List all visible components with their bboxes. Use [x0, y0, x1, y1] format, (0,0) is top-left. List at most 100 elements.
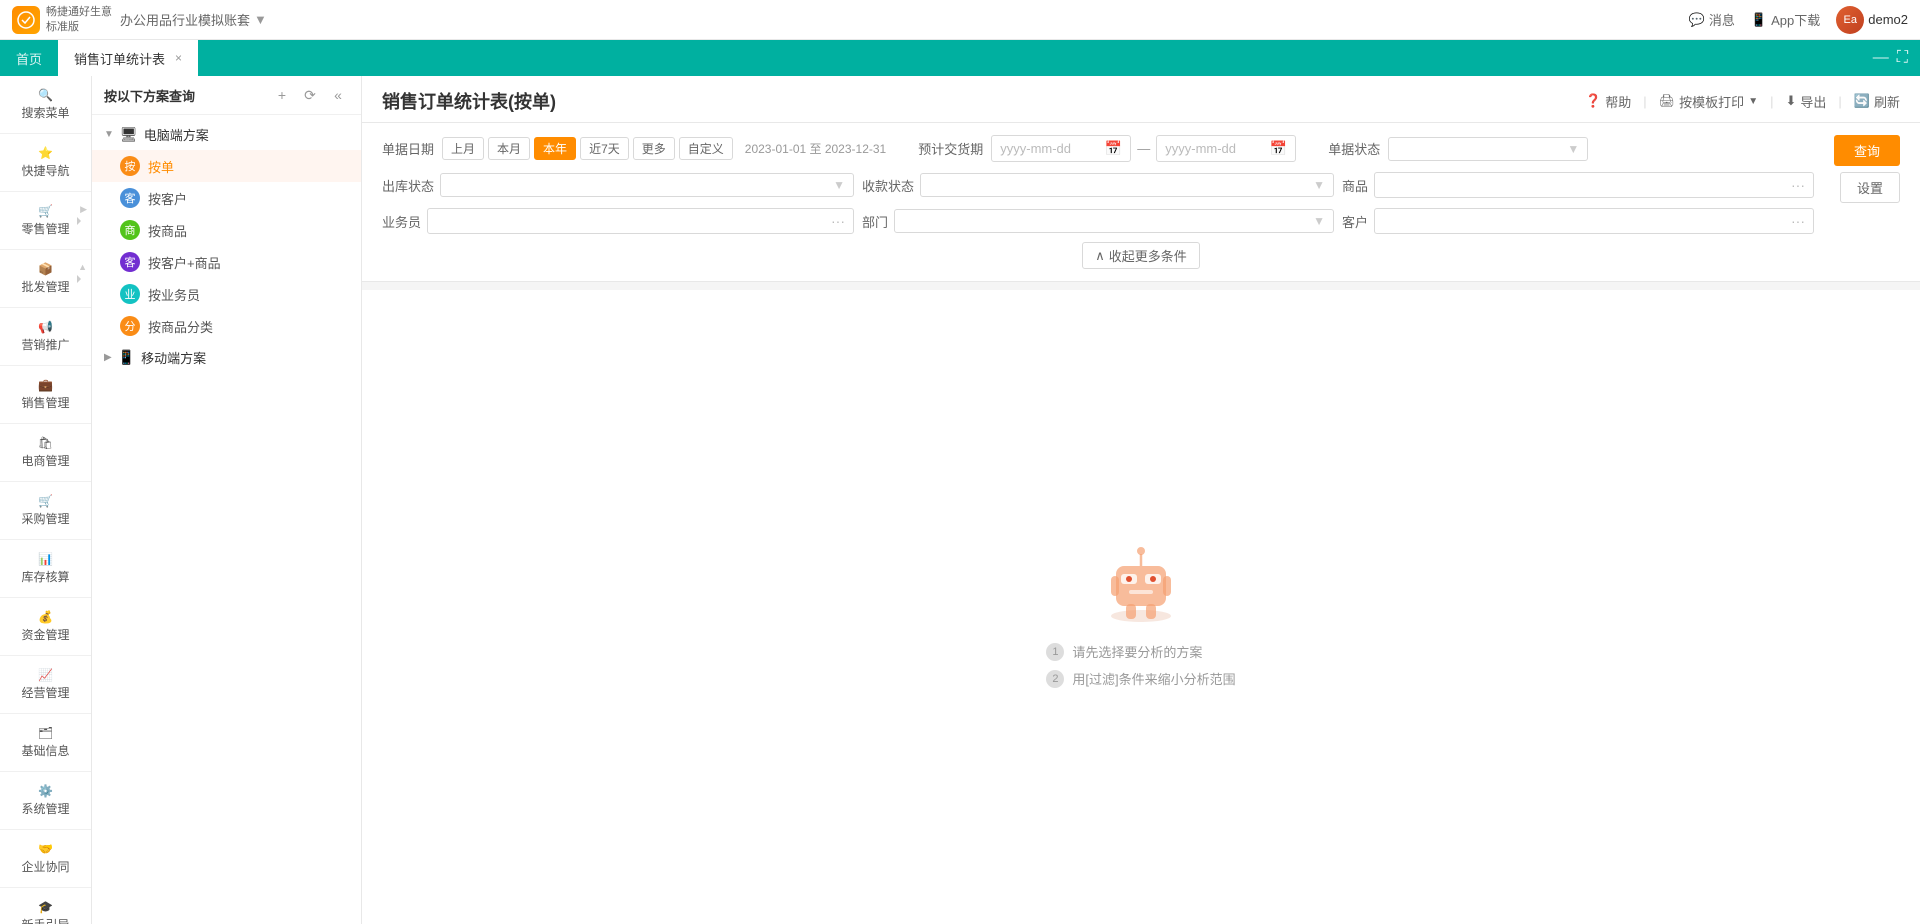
system-icon: ⚙️ — [38, 784, 53, 798]
delivery-select[interactable]: ▼ — [440, 173, 854, 197]
product-more-icon[interactable]: ··· — [1791, 177, 1805, 193]
sidebar-item-inventory[interactable]: 📊 库存核算 — [0, 544, 91, 593]
export-icon: ⬇ — [1785, 93, 1796, 109]
sidebar-wholesale-section: 📦 批发管理 ▲ — [0, 250, 91, 308]
scheme-item-by-category[interactable]: 分 按商品分类 — [92, 310, 361, 342]
sidebar-item-system[interactable]: ⚙️ 系统管理 — [0, 776, 91, 825]
scheme-item-by-order[interactable]: 按 按单 — [92, 150, 361, 182]
date-btn-this-month[interactable]: 本月 — [488, 137, 530, 160]
refresh-btn[interactable]: 🔄 刷新 — [1854, 92, 1900, 111]
sidebar-item-finance[interactable]: 💰 资金管理 — [0, 602, 91, 651]
help-btn[interactable]: ❓ 帮助 — [1585, 92, 1631, 111]
enterprise-icon: 🤝 — [38, 842, 53, 856]
content-area: 按以下方案查询 + ⟳ « ▼ 🖥 电脑端方案 按 按单 — [92, 76, 1920, 924]
dept-select[interactable]: ▼ — [894, 209, 1334, 233]
separator3: | — [1838, 94, 1841, 109]
header-dropdown-icon[interactable]: ▼ — [254, 12, 267, 27]
customer-select[interactable]: ··· — [1374, 208, 1814, 234]
sidebar-newbie-section: 🎓 新手引导 — [0, 888, 91, 924]
scheme-label-by-order: 按单 — [148, 157, 174, 176]
message-btn[interactable]: 💬 消息 — [1689, 10, 1735, 29]
sidebar-item-retail[interactable]: 🛒 零售管理 ▶ — [0, 196, 91, 245]
filter-row-3: 业务员 ··· 部门 ▼ — [382, 208, 1814, 234]
doc-status-dropdown-icon: ▼ — [1567, 142, 1579, 156]
expected-date-from[interactable]: yyyy-mm-dd 📅 — [991, 135, 1131, 162]
receipt-select[interactable]: ▼ — [920, 173, 1334, 197]
refresh-scheme-btn[interactable]: ⟳ — [299, 84, 321, 106]
wholesale-icon: 📦 — [38, 262, 53, 276]
date-btn-custom[interactable]: 自定义 — [679, 137, 733, 160]
expected-date-to[interactable]: yyyy-mm-dd 📅 — [1156, 135, 1296, 162]
scheme-group-mobile[interactable]: ▶ 📱 移动端方案 — [92, 342, 361, 373]
operations-icon: 📈 — [38, 668, 53, 682]
date-btn-7days[interactable]: 近7天 — [580, 137, 629, 160]
left-panel-title: 按以下方案查询 — [104, 86, 265, 105]
tip-number-2: 2 — [1046, 670, 1064, 688]
scheme-icon-by-cust-prod: 客 — [120, 252, 140, 272]
sidebar-sales-section: 💼 销售管理 — [0, 366, 91, 424]
inventory-icon: 📊 — [38, 552, 53, 566]
tip-number-1: 1 — [1046, 643, 1064, 661]
mobile-group-icon: 📱 — [118, 349, 135, 366]
scheme-icon-by-customer: 客 — [120, 188, 140, 208]
mobile-group-arrow: ▶ — [104, 352, 112, 363]
doc-status-select[interactable]: ▼ — [1388, 137, 1588, 161]
export-btn[interactable]: ⬇ 导出 — [1785, 92, 1826, 111]
sidebar-purchase-section: 🛒 采购管理 — [0, 482, 91, 540]
scheme-item-by-customer[interactable]: 客 按客户 — [92, 182, 361, 214]
pc-group-label: 电脑端方案 — [144, 125, 209, 144]
date-separator: — — [1137, 141, 1150, 156]
tab-close-icon[interactable]: × — [175, 51, 182, 65]
retail-icon: 🛒 — [38, 204, 53, 218]
tab-maximize-btn[interactable]: ⛶ — [1897, 49, 1908, 67]
product-select[interactable]: ··· — [1374, 172, 1814, 198]
sidebar-item-sales[interactable]: 💼 销售管理 — [0, 370, 91, 419]
search-button[interactable]: 查询 — [1834, 135, 1900, 166]
tab-minimize-btn[interactable]: — — [1873, 49, 1889, 67]
tab-home[interactable]: 首页 — [0, 40, 58, 76]
date-btn-last-month[interactable]: 上月 — [442, 137, 484, 160]
sidebar-item-operations[interactable]: 📈 经营管理 — [0, 660, 91, 709]
filter-row-2: 出库状态 ▼ 收款状态 ▼ — [382, 172, 1814, 198]
left-panel: 按以下方案查询 + ⟳ « ▼ 🖥 电脑端方案 按 按单 — [92, 76, 362, 924]
sidebar-quicknav[interactable]: ⭐ 快捷导航 — [0, 138, 91, 187]
scheme-item-by-product[interactable]: 商 按商品 — [92, 214, 361, 246]
date-shortcuts: 上月 本月 本年 近7天 更多 自定义 — [442, 137, 733, 160]
sidebar-item-marketing[interactable]: 📢 营销推广 — [0, 312, 91, 361]
tab-sales-label: 销售订单统计表 — [74, 49, 165, 68]
sidebar-item-newbie[interactable]: 🎓 新手引导 — [0, 892, 91, 924]
collapse-panel-btn[interactable]: « — [327, 84, 349, 106]
sidebar-finance-section: 💰 资金管理 — [0, 598, 91, 656]
scheme-item-by-customer-product[interactable]: 客 按客户+商品 — [92, 246, 361, 278]
salesperson-select[interactable]: ··· — [427, 208, 854, 234]
sidebar-item-ecommerce[interactable]: 🛍 电商管理 — [0, 428, 91, 477]
sidebar-inventory-section: 📊 库存核算 — [0, 540, 91, 598]
print-icon: 🖨 — [1659, 93, 1676, 109]
user-area[interactable]: Ea demo2 — [1836, 6, 1908, 34]
collapse-filters-btn[interactable]: ∧ 收起更多条件 — [1082, 242, 1200, 269]
scheme-label-by-customer: 按客户 — [148, 189, 187, 208]
sidebar-item-purchase[interactable]: 🛒 采购管理 — [0, 486, 91, 535]
purchase-icon: 🛒 — [38, 494, 53, 508]
tab-sales-order-stats[interactable]: 销售订单统计表 × — [58, 40, 198, 76]
sidebar-item-wholesale[interactable]: 📦 批发管理 ▲ — [0, 254, 91, 303]
left-panel-header: 按以下方案查询 + ⟳ « — [92, 76, 361, 115]
print-btn[interactable]: 🖨 按模板打印 ▼ — [1659, 92, 1758, 111]
date-btn-more[interactable]: 更多 — [633, 137, 675, 160]
empty-tip-2: 2 用[过滤]条件来缩小分析范围 — [1046, 669, 1235, 688]
sidebar-item-basic[interactable]: 🗂 基础信息 — [0, 718, 91, 767]
customer-col: 客户 ··· — [1342, 208, 1814, 234]
customer-more-icon[interactable]: ··· — [1791, 213, 1805, 229]
settings-button[interactable]: 设置 — [1840, 172, 1900, 203]
add-scheme-btn[interactable]: + — [271, 84, 293, 106]
date-btn-this-year[interactable]: 本年 — [534, 137, 576, 160]
delivery-dropdown-icon: ▼ — [833, 178, 845, 192]
date-filter-row: 单据日期 上月 本月 本年 近7天 更多 自定义 2023-01-01 至 20… — [382, 135, 1814, 162]
app-download-btn[interactable]: 📱 App下载 — [1751, 10, 1820, 29]
sidebar-item-enterprise[interactable]: 🤝 企业协同 — [0, 834, 91, 883]
page-actions: ❓ 帮助 | 🖨 按模板打印 ▼ | ⬇ 导出 | — [1585, 92, 1900, 111]
salesperson-more-icon[interactable]: ··· — [831, 213, 845, 229]
scheme-group-pc[interactable]: ▼ 🖥 电脑端方案 — [92, 119, 361, 150]
scheme-item-by-salesperson[interactable]: 业 按业务员 — [92, 278, 361, 310]
sidebar-search[interactable]: 🔍 搜索菜单 — [0, 80, 91, 129]
